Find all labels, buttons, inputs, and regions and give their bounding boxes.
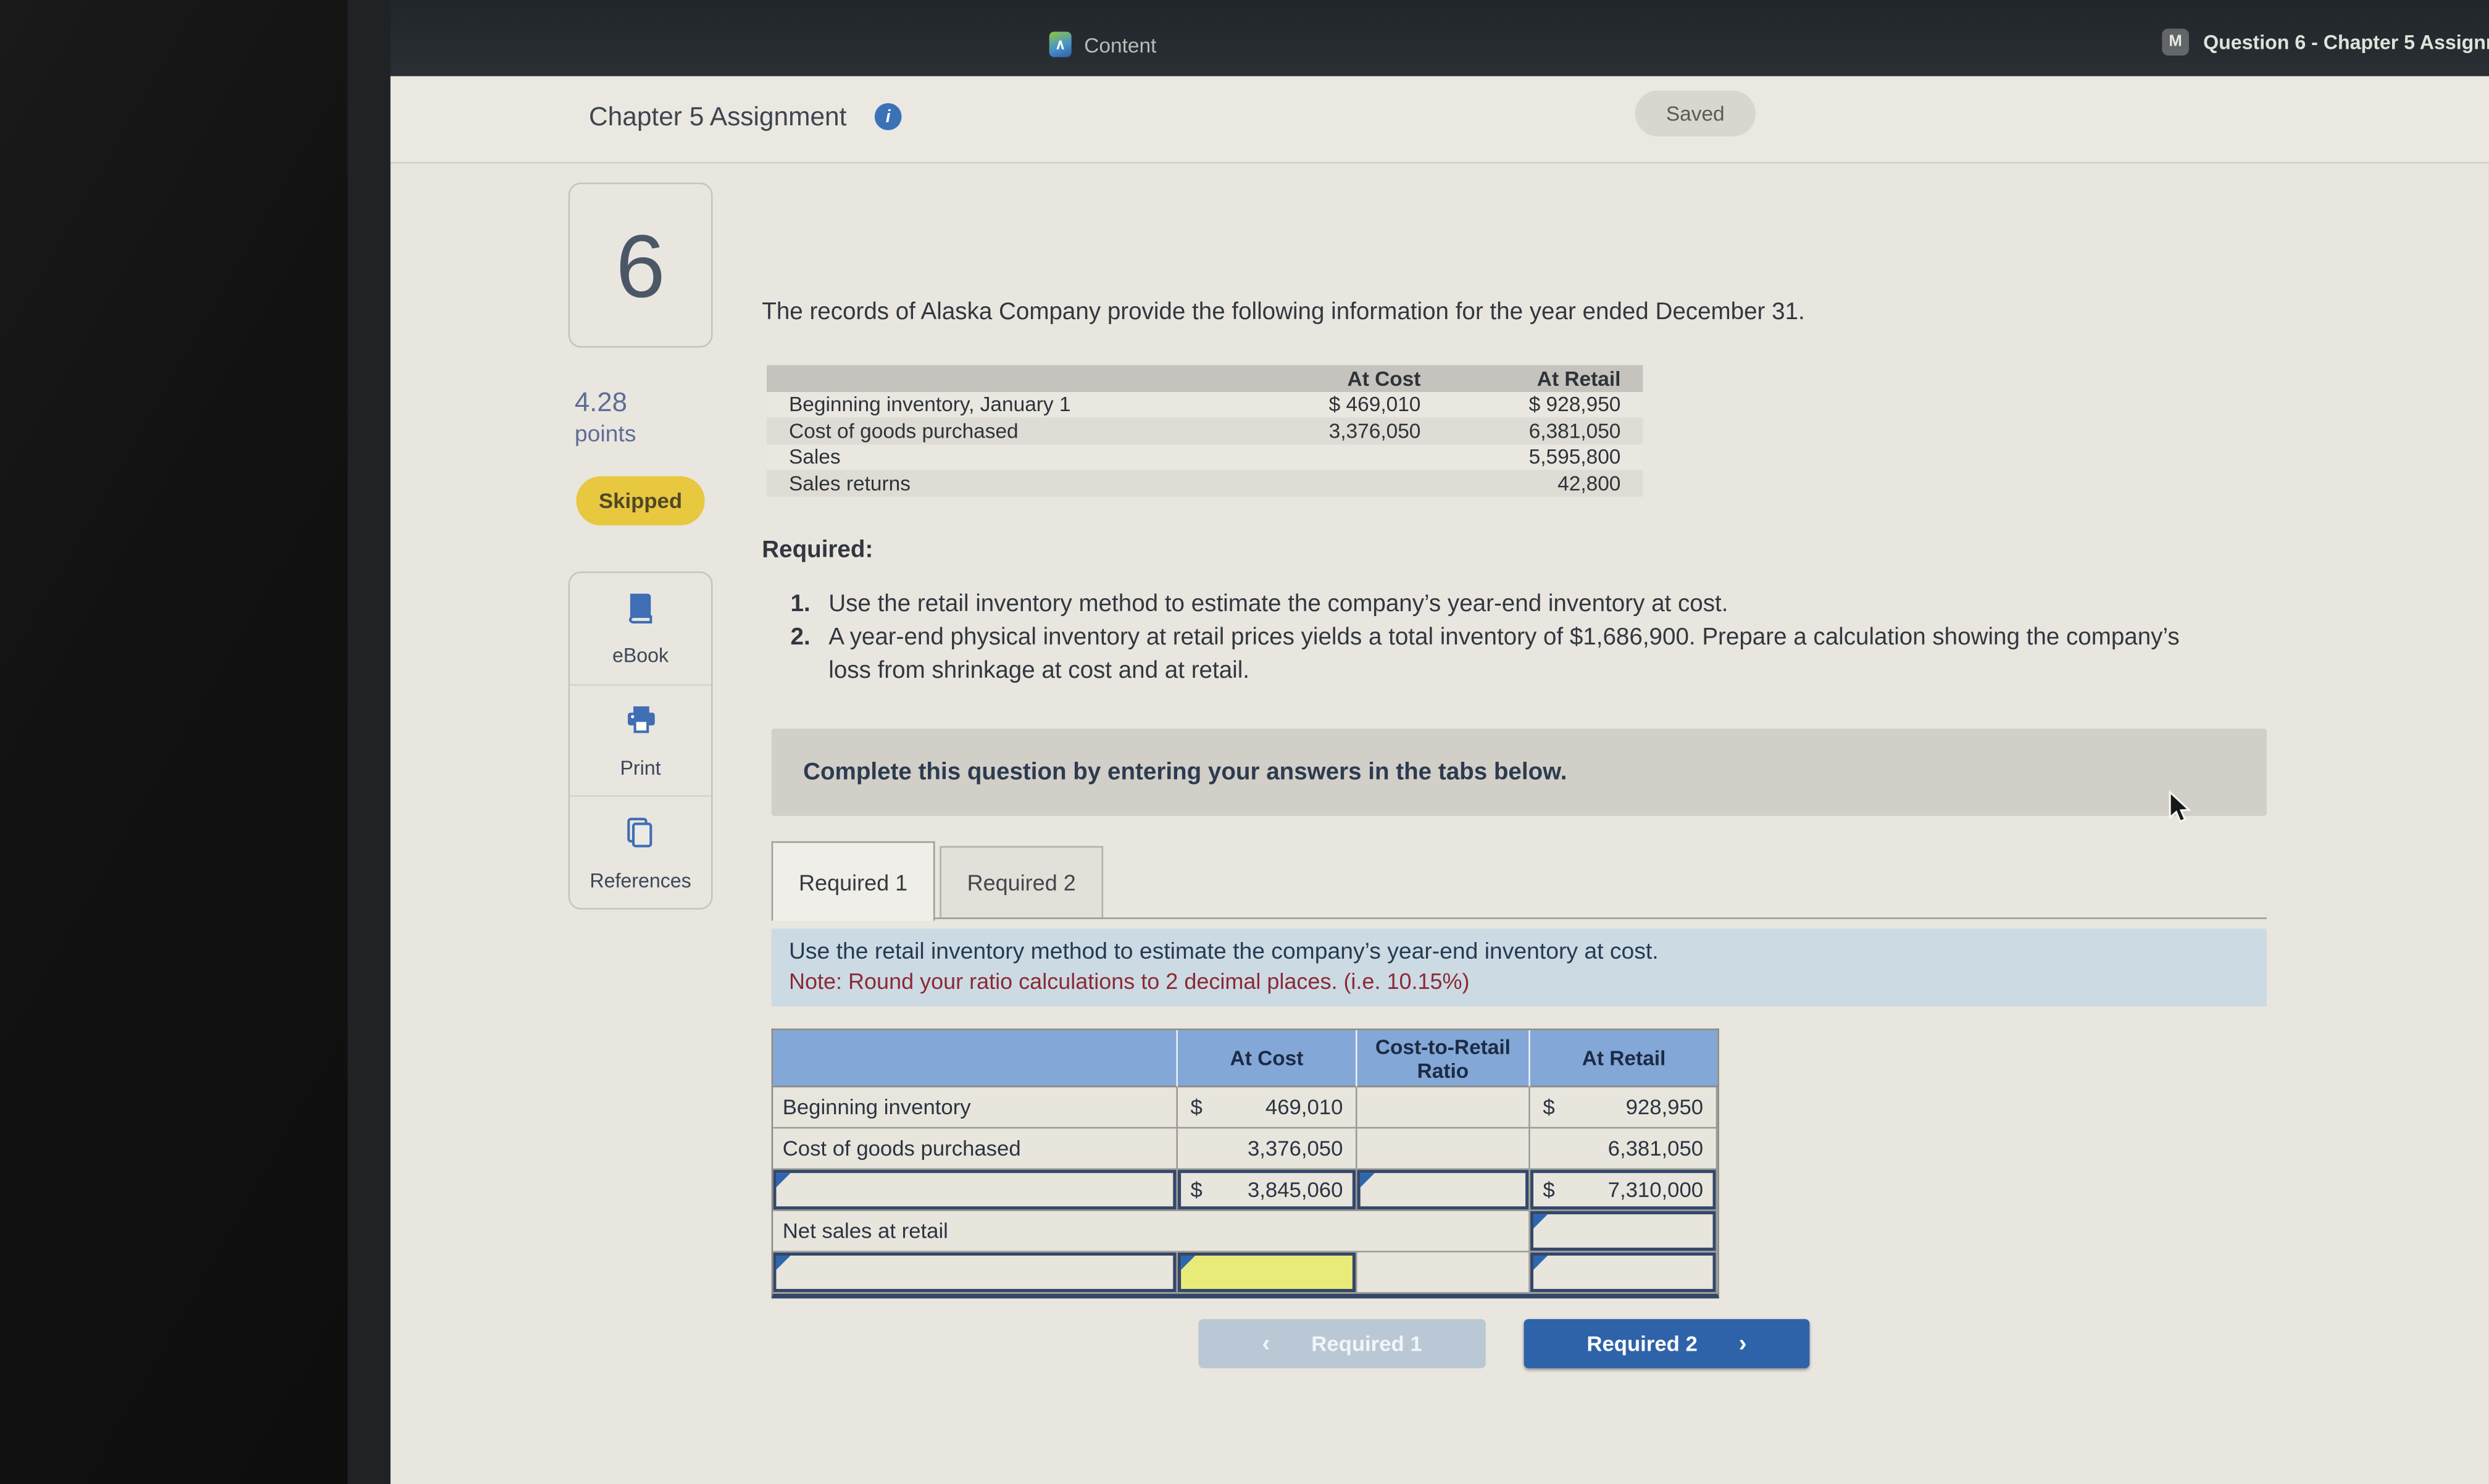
- answer-header-ratio: Cost-to-Retail Ratio: [1357, 1030, 1530, 1088]
- required-list: 1. Use the retail inventory method to es…: [791, 587, 2394, 687]
- saved-badge: Saved: [1635, 90, 1756, 137]
- answer-header-blank: [773, 1030, 1178, 1088]
- cell-goods-retail: 6,381,050: [1530, 1128, 1718, 1170]
- cell-total-cost: $3,845,060: [1177, 1170, 1357, 1211]
- tab-required-1[interactable]: Required 1: [771, 841, 935, 921]
- screenshot-stage: ∧ Content M Question 6 - Chapter 5 Assig…: [0, 0, 2489, 1484]
- print-icon: [622, 702, 660, 748]
- page-title: Chapter 5 Assignment: [588, 103, 847, 132]
- input-marker-icon: [776, 1255, 791, 1270]
- resource-toolbox: eBook Print References: [568, 571, 713, 910]
- print-button[interactable]: Print: [570, 685, 711, 798]
- cell-beginning-retail: $928,950: [1530, 1087, 1718, 1129]
- chevron-left-icon: ‹: [1262, 1330, 1270, 1357]
- tab-required-2[interactable]: Required 2: [940, 846, 1104, 919]
- print-label: Print: [620, 757, 661, 780]
- browser-tab-content[interactable]: ∧ Content: [1049, 31, 1157, 57]
- answer-header-at-retail: At Retail: [1530, 1030, 1718, 1088]
- status-badge: Skipped: [576, 476, 705, 526]
- assignment-page: Chapter 5 Assignment i Saved 6 4.28 poin…: [390, 76, 2489, 1484]
- input-net-sales-retail[interactable]: [1530, 1211, 1718, 1253]
- table-row: Sales 5,595,800: [766, 443, 1643, 470]
- input-marker-icon: [1181, 1255, 1196, 1270]
- instruction-box: Use the retail inventory method to estim…: [771, 928, 2267, 1007]
- input-marker-icon: [1533, 1214, 1548, 1229]
- chevron-right-icon: ›: [1738, 1330, 1747, 1357]
- ebook-button[interactable]: eBook: [570, 573, 711, 686]
- cursor-icon: [2169, 790, 2193, 833]
- ebook-icon: [622, 590, 660, 636]
- prev-button-label: Required 1: [1311, 1332, 1422, 1356]
- problem-intro: The records of Alaska Company provide th…: [762, 298, 1805, 326]
- row-label-beginning-inventory: Beginning inventory: [773, 1087, 1178, 1129]
- question-number: 6: [615, 215, 665, 315]
- info-icon[interactable]: i: [874, 103, 902, 130]
- table-row: Cost of goods purchased 3,376,050 6,381,…: [766, 417, 1643, 444]
- given-table-header: At Cost At Retail: [766, 365, 1643, 391]
- browser-chrome: ∧ Content M Question 6 - Chapter 5 Assig…: [390, 0, 2489, 77]
- tab-divider: [771, 917, 2267, 919]
- page-header: Chapter 5 Assignment i Saved: [390, 76, 2489, 164]
- given-col-at-cost: At Cost: [1347, 366, 1421, 390]
- input-total-label[interactable]: [773, 1170, 1178, 1211]
- required-heading: Required:: [762, 536, 873, 564]
- required-item-1: 1. Use the retail inventory method to es…: [790, 590, 1728, 618]
- ebook-label: eBook: [612, 644, 669, 667]
- content-tab-label: Content: [1084, 32, 1157, 57]
- browser-tab-question[interactable]: M Question 6 - Chapter 5 Assignm: [2162, 28, 2489, 56]
- cell-beginning-cost: $469,010: [1177, 1087, 1357, 1129]
- input-ending-retail[interactable]: [1530, 1252, 1718, 1294]
- input-ending-cost-selected[interactable]: [1177, 1252, 1357, 1294]
- row-label-net-sales: Net sales at retail: [773, 1211, 1530, 1253]
- references-icon: [622, 814, 660, 860]
- points-label: points: [574, 422, 636, 448]
- input-ratio[interactable]: [1357, 1170, 1530, 1211]
- required-item-2: 2. A year-end physical inventory at reta…: [790, 623, 2180, 685]
- input-marker-icon: [1533, 1255, 1548, 1270]
- window-edge: [348, 0, 391, 1484]
- cell-goods-cost: 3,376,050: [1177, 1128, 1357, 1170]
- cell-beginning-ratio: [1357, 1087, 1530, 1129]
- cell-total-retail: $7,310,000: [1530, 1170, 1718, 1211]
- next-button-label: Required 2: [1586, 1332, 1698, 1356]
- input-marker-icon: [1360, 1173, 1375, 1188]
- points-value: 4.28: [574, 387, 627, 418]
- answer-table: At Cost Cost-to-Retail Ratio At Retail B…: [771, 1028, 1719, 1299]
- browser-tab-favicon: M: [2162, 28, 2189, 56]
- references-label: References: [590, 869, 691, 892]
- cell-goods-ratio: [1357, 1128, 1530, 1170]
- table-row: Sales returns 42,800: [766, 470, 1643, 496]
- instruction-note: Note: Round your ratio calculations to 2…: [788, 968, 1470, 994]
- input-bottom-label[interactable]: [773, 1252, 1178, 1294]
- given-data-table: At Cost At Retail Beginning inventory, J…: [766, 365, 1643, 496]
- references-button[interactable]: References: [570, 798, 711, 908]
- instruction-text: Use the retail inventory method to estim…: [788, 940, 1659, 965]
- row-label-cost-of-goods: Cost of goods purchased: [773, 1128, 1178, 1170]
- input-marker-icon: [776, 1173, 791, 1188]
- table-row: Beginning inventory, January 1 $ 469,010…: [766, 391, 1643, 418]
- complete-question-banner: Complete this question by entering your …: [771, 728, 2267, 816]
- answer-header-at-cost: At Cost: [1177, 1030, 1357, 1088]
- given-col-at-retail: At Retail: [1536, 366, 1621, 390]
- required-1-nav-button[interactable]: ‹ Required 1: [1198, 1319, 1486, 1369]
- required-2-nav-button[interactable]: Required 2 ›: [1524, 1319, 1810, 1369]
- laptop-bezel: [0, 0, 348, 1484]
- content-app-icon: ∧: [1049, 31, 1072, 57]
- question-tab-label: Question 6 - Chapter 5 Assignm: [2203, 31, 2489, 54]
- cell-bottom-ratio: [1357, 1252, 1530, 1294]
- question-number-box: 6: [568, 182, 713, 348]
